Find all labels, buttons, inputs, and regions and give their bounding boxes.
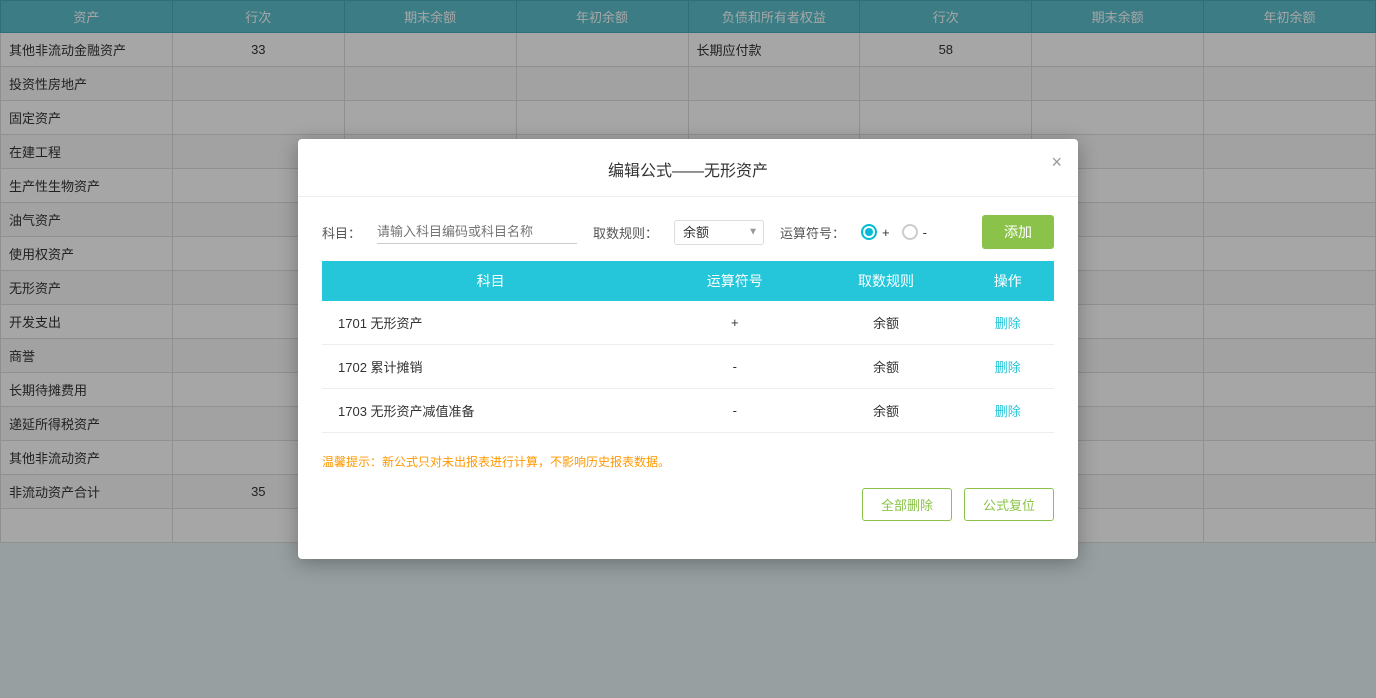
radio-minus-circle [902, 224, 918, 240]
subject-cell: 1703 无形资产减值准备 [322, 389, 659, 433]
reset-button[interactable]: 公式复位 [964, 488, 1054, 521]
rule-select-wrapper: 余额 借方 贷方 ▼ [674, 220, 764, 245]
radio-minus[interactable]: - [902, 224, 927, 240]
formula-table-header: 科目 [322, 261, 659, 301]
rule-select[interactable]: 余额 借方 贷方 [674, 220, 764, 245]
action-cell: 删除 [962, 345, 1054, 389]
action-cell: 删除 [962, 301, 1054, 345]
rule-label: 取数规则： [593, 223, 658, 242]
delete-link[interactable]: 删除 [995, 316, 1021, 331]
subject-cell: 1701 无形资产 [322, 301, 659, 345]
operator-radio-group: + - [861, 224, 927, 240]
rule-cell: 余额 [810, 301, 961, 345]
radio-minus-label: - [923, 225, 927, 240]
rule-cell: 余额 [810, 389, 961, 433]
form-row: 科目： 取数规则： 余额 借方 贷方 ▼ 运算符号： + - [298, 197, 1078, 261]
close-button[interactable]: × [1051, 153, 1062, 171]
inner-table-wrapper: 科目运算符号取数规则操作 1701 无形资产+余额删除1702 累计摊销-余额删… [322, 261, 1054, 433]
delete-all-button[interactable]: 全部删除 [862, 488, 952, 521]
operator-cell: - [659, 345, 810, 389]
subject-input[interactable] [377, 220, 577, 244]
modal-header: 编辑公式——无形资产 [298, 139, 1078, 197]
operator-label: 运算符号： [780, 223, 845, 242]
table-row: 1702 累计摊销-余额 删除 [322, 345, 1054, 389]
modal-dialog: 编辑公式——无形资产 × 科目： 取数规则： 余额 借方 贷方 ▼ 运算符号： … [298, 139, 1078, 559]
table-row: 1701 无形资产+余额 删除 [322, 301, 1054, 345]
modal-overlay: 编辑公式——无形资产 × 科目： 取数规则： 余额 借方 贷方 ▼ 运算符号： … [0, 0, 1376, 698]
formula-table-header: 操作 [962, 261, 1054, 301]
modal-footer: 全部删除 公式复位 [298, 480, 1078, 521]
rule-cell: 余额 [810, 345, 961, 389]
subject-cell: 1702 累计摊销 [322, 345, 659, 389]
formula-table-header: 取数规则 [810, 261, 961, 301]
radio-plus-circle [861, 224, 877, 240]
formula-table: 科目运算符号取数规则操作 1701 无形资产+余额删除1702 累计摊销-余额删… [322, 261, 1054, 433]
delete-link[interactable]: 删除 [995, 404, 1021, 419]
operator-cell: - [659, 389, 810, 433]
modal-title: 编辑公式——无形资产 [608, 163, 768, 180]
table-row: 1703 无形资产减值准备-余额 删除 [322, 389, 1054, 433]
action-cell: 删除 [962, 389, 1054, 433]
operator-cell: + [659, 301, 810, 345]
warning-text: 温馨提示：新公式只对未出报表进行计算，不影响历史报表数据。 [298, 433, 1078, 480]
subject-label: 科目： [322, 223, 361, 242]
formula-table-header: 运算符号 [659, 261, 810, 301]
delete-link[interactable]: 删除 [995, 360, 1021, 375]
radio-plus[interactable]: + [861, 224, 890, 240]
add-button[interactable]: 添加 [982, 215, 1054, 249]
radio-plus-label: + [882, 225, 890, 240]
